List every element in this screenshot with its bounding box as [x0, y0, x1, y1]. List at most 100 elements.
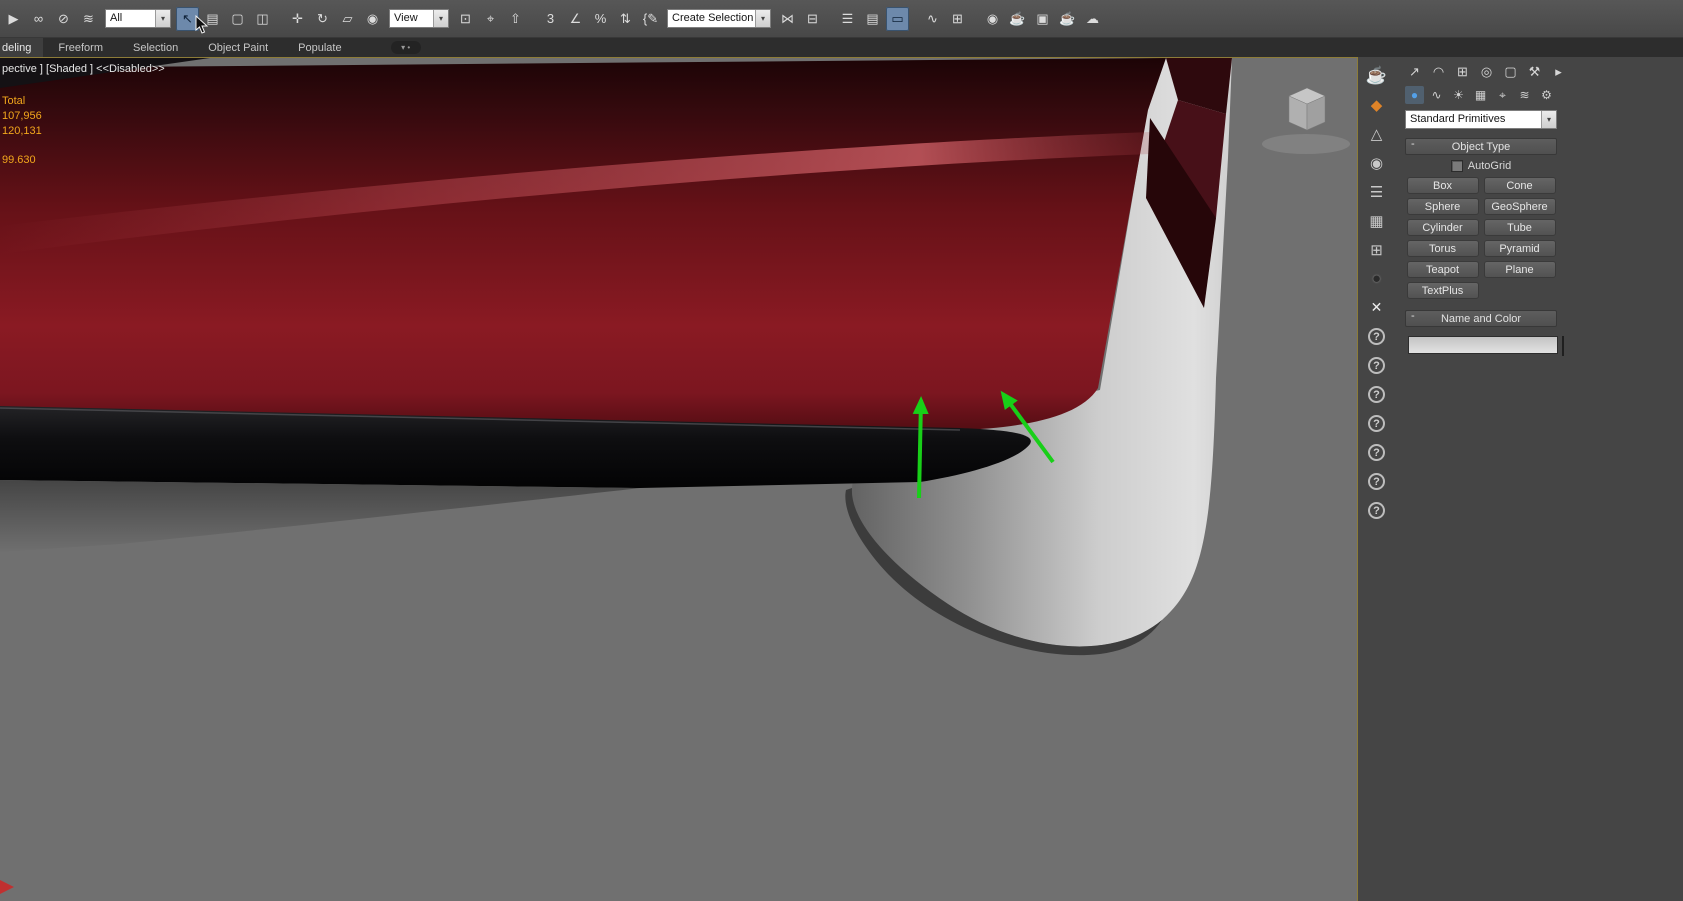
named-selection-set-dropdown[interactable]: Create Selection Se ▾: [667, 9, 771, 28]
checker-sphere-icon[interactable]: ◉: [1364, 150, 1390, 175]
percent-snap-icon[interactable]: %: [589, 7, 612, 31]
viewport-label[interactable]: pective ] [Shaded ] <<Disabled>>: [2, 63, 165, 75]
named-selection-sets-icon[interactable]: {✎: [639, 7, 662, 31]
render-flyout-icon[interactable]: ☁: [1081, 7, 1104, 31]
help-icon[interactable]: ?: [1368, 328, 1385, 345]
tab-populate[interactable]: Populate: [283, 38, 356, 57]
cone-button[interactable]: Cone: [1483, 177, 1556, 194]
perspective-viewport[interactable]: pective ] [Shaded ] <<Disabled>> Total 1…: [0, 57, 1358, 901]
paint-bucket-icon[interactable]: ◆: [1364, 92, 1390, 117]
align-icon[interactable]: ⊟: [801, 7, 824, 31]
cameras-category[interactable]: ▦: [1471, 86, 1490, 104]
create-tab[interactable]: ↗: [1405, 63, 1424, 81]
tab-modeling[interactable]: deling: [0, 38, 44, 57]
unlink-selection-icon[interactable]: ⊘: [52, 7, 75, 31]
layer-explorer-icon[interactable]: ▤: [861, 7, 884, 31]
shapes-category[interactable]: ∿: [1427, 86, 1446, 104]
selection-filter-dropdown[interactable]: All ▾: [105, 9, 171, 28]
textplus-button[interactable]: TextPlus: [1406, 282, 1479, 299]
scene-explorer-icon[interactable]: ☰: [836, 7, 859, 31]
toolbar-separator: [276, 7, 284, 31]
poly-statistics: Total 107,956 120,131 99.630: [2, 94, 42, 168]
select-and-place-icon[interactable]: ◉: [361, 7, 384, 31]
ribbon-minimize-button[interactable]: ▾ •: [390, 41, 421, 54]
teapot-icon[interactable]: ☕: [1364, 63, 1390, 88]
stats-value: 107,956: [2, 110, 42, 122]
dark-sphere-icon[interactable]: ●: [1364, 266, 1390, 291]
primitive-category-dropdown[interactable]: Standard Primitives ▾: [1405, 110, 1557, 129]
mirror-icon[interactable]: ⋈: [776, 7, 799, 31]
name-and-color-rollout: - Name and Color: [1405, 310, 1564, 362]
tab-object-paint[interactable]: Object Paint: [193, 38, 283, 57]
use-center-icon[interactable]: ⊡: [454, 7, 477, 31]
layer-stack-icon[interactable]: ☰: [1364, 179, 1390, 204]
select-and-scale-icon[interactable]: ▱: [336, 7, 359, 31]
tab-selection[interactable]: Selection: [118, 38, 193, 57]
keyboard-override-icon[interactable]: ⇧: [504, 7, 527, 31]
name-color-rollout-header[interactable]: - Name and Color: [1405, 310, 1557, 327]
select-and-move-icon[interactable]: ✛: [286, 7, 309, 31]
motion-tab[interactable]: ◎: [1477, 63, 1496, 81]
close-icon[interactable]: ✕: [1364, 295, 1390, 320]
grid-box-icon[interactable]: ▦: [1364, 208, 1390, 233]
select-and-link-icon[interactable]: ∞: [27, 7, 50, 31]
modify-tab[interactable]: ◠: [1429, 63, 1448, 81]
utilities-tab[interactable]: ⚒: [1525, 63, 1544, 81]
angle-snap-icon[interactable]: ∠: [564, 7, 587, 31]
schematic-view-icon[interactable]: ⊞: [946, 7, 969, 31]
torus-button[interactable]: Torus: [1406, 240, 1479, 257]
arrow-icon[interactable]: ▶: [2, 7, 25, 31]
plane-button[interactable]: Plane: [1483, 261, 1556, 278]
help-icon[interactable]: ?: [1368, 415, 1385, 432]
teapot-button[interactable]: Teapot: [1406, 261, 1479, 278]
lights-category[interactable]: ☀: [1449, 86, 1468, 104]
select-and-rotate-icon[interactable]: ↻: [311, 7, 334, 31]
package-icon[interactable]: ⊞: [1364, 237, 1390, 262]
box-button[interactable]: Box: [1406, 177, 1479, 194]
object-type-rollout-header[interactable]: - Object Type: [1405, 138, 1557, 155]
tab-freeform[interactable]: Freeform: [43, 38, 118, 57]
toolbar-separator: [529, 7, 537, 31]
systems-category[interactable]: ⚙: [1537, 86, 1556, 104]
toolbar-separator: [971, 7, 979, 31]
help-icon[interactable]: ?: [1368, 502, 1385, 519]
bind-to-space-warp-icon[interactable]: ≋: [77, 7, 100, 31]
annotation-arrow: [912, 396, 929, 499]
material-editor-icon[interactable]: ◉: [981, 7, 1004, 31]
panel-arrow-icon[interactable]: ▸: [1549, 63, 1568, 81]
help-icon[interactable]: ?: [1368, 386, 1385, 403]
window-crossing-icon[interactable]: ◫: [251, 7, 274, 31]
hierarchy-tab[interactable]: ⊞: [1453, 63, 1472, 81]
display-tab[interactable]: ▢: [1501, 63, 1520, 81]
help-icon[interactable]: ?: [1368, 444, 1385, 461]
spinner-snap-icon[interactable]: ⇅: [614, 7, 637, 31]
stats-spacer: [2, 139, 42, 153]
3ds-max-window: ▶ ∞ ⊘ ≋ All ▾ ↖ ▤ ▢ ◫ ✛ ↻ ▱ ◉ View ▾ ⊡ ⌖…: [0, 0, 1683, 901]
render-setup-icon[interactable]: ☕: [1006, 7, 1029, 31]
sphere-button[interactable]: Sphere: [1406, 198, 1479, 215]
chevron-down-icon: ▾: [755, 10, 770, 27]
triangle-tool-icon[interactable]: △: [1364, 121, 1390, 146]
autogrid-checkbox[interactable]: [1450, 160, 1463, 172]
select-and-manipulate-icon[interactable]: ⌖: [479, 7, 502, 31]
snaps-toggle-icon[interactable]: 3: [539, 7, 562, 31]
object-color-swatch[interactable]: [1562, 336, 1564, 356]
pyramid-button[interactable]: Pyramid: [1483, 240, 1556, 257]
render-production-icon[interactable]: ☕: [1056, 7, 1079, 31]
ribbon-toggle-icon[interactable]: ▭: [886, 6, 909, 31]
object-name-field[interactable]: [1408, 336, 1558, 354]
space-warps-category[interactable]: ≋: [1515, 86, 1534, 104]
cylinder-button[interactable]: Cylinder: [1406, 219, 1479, 236]
helpers-category[interactable]: ⌖: [1493, 86, 1512, 104]
reference-coordinate-dropdown[interactable]: View ▾: [389, 9, 449, 28]
help-icon[interactable]: ?: [1368, 473, 1385, 490]
rectangular-selection-icon[interactable]: ▢: [226, 7, 249, 31]
curve-editor-icon[interactable]: ∿: [921, 7, 944, 31]
rendered-frame-window-icon[interactable]: ▣: [1031, 7, 1054, 31]
tube-button[interactable]: Tube: [1483, 219, 1556, 236]
autogrid-label: AutoGrid: [1467, 160, 1512, 172]
help-icon[interactable]: ?: [1368, 357, 1385, 374]
rollout-title: Object Type: [1451, 140, 1511, 153]
geometry-category[interactable]: ●: [1405, 86, 1424, 104]
geosphere-button[interactable]: GeoSphere: [1483, 198, 1556, 215]
